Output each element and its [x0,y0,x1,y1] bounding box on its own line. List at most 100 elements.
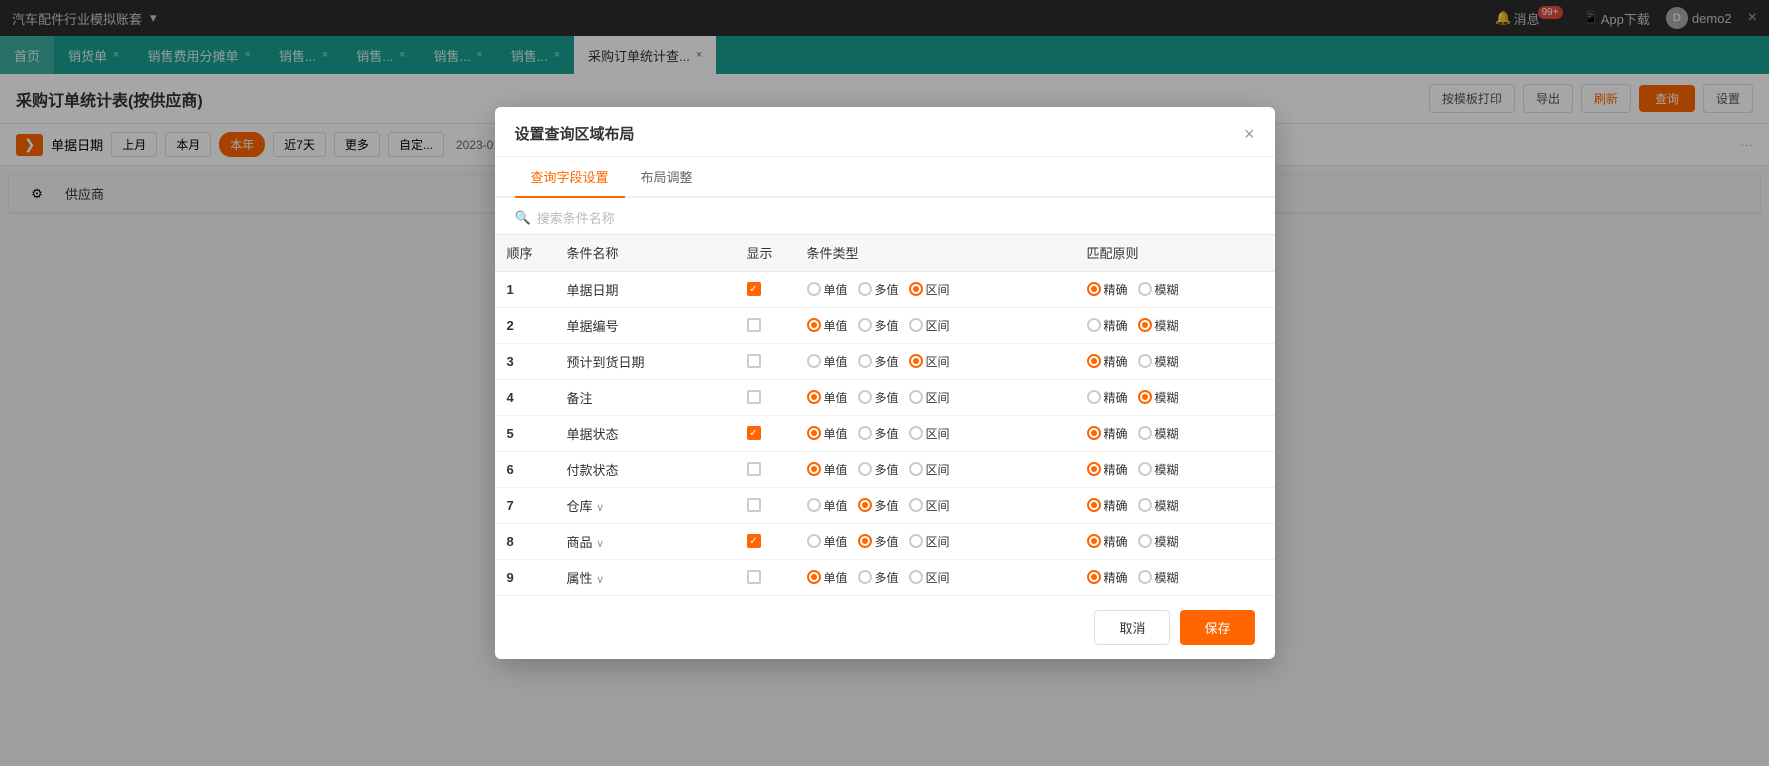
row-match: 精确模糊 [1075,523,1275,559]
row-match: 精确模糊 [1075,487,1275,523]
match-radio[interactable]: 精确 [1087,425,1128,442]
display-checkbox[interactable]: ✓ [747,534,761,548]
type-radio-type_single[interactable]: 单值 [807,425,848,442]
match-radio[interactable]: 模糊 [1138,497,1179,514]
modal-tab-layout[interactable]: 布局调整 [625,157,709,198]
table-row: 1单据日期✓单值多值区间精确模糊 [495,271,1275,307]
type-radio-type_multi[interactable]: 多值 [858,569,899,586]
type-radio-type_single[interactable]: 单值 [807,389,848,406]
match-radio[interactable]: 模糊 [1138,533,1179,550]
type-radio-type_range[interactable]: 区间 [909,461,950,478]
match-radio[interactable]: 精确 [1087,281,1128,298]
row-type: 单值多值区间 [795,523,1075,559]
row-match: 精确模糊 [1075,559,1275,595]
type-radio-type_single[interactable]: 单值 [807,281,848,298]
type-radio-type_single[interactable]: 单值 [807,353,848,370]
modal: 设置查询区域布局 × 查询字段设置 布局调整 🔍 顺序 条件名称 显示 条件类型 [495,107,1275,659]
type-radio-type_multi[interactable]: 多值 [858,353,899,370]
type-radio-type_range[interactable]: 区间 [909,533,950,550]
display-checkbox[interactable]: ✓ [747,426,761,440]
row-name: 预计到货日期 [555,343,735,379]
type-radio-type_range[interactable]: 区间 [909,353,950,370]
type-radio-type_range[interactable]: 区间 [909,425,950,442]
table-row: 7仓库 ∨ 单值多值区间 精确模糊 [495,487,1275,523]
modal-title: 设置查询区域布局 [515,123,635,156]
match-radio[interactable]: 模糊 [1138,317,1179,334]
match-radio[interactable]: 精确 [1087,353,1128,370]
table-row: 6付款状态单值多值区间精确模糊 [495,451,1275,487]
save-button[interactable]: 保存 [1180,610,1254,645]
modal-search-area: 🔍 [495,198,1275,235]
match-radio[interactable]: 精确 [1087,317,1128,334]
type-radio-type_single[interactable]: 单值 [807,533,848,550]
type-radio-type_multi[interactable]: 多值 [858,425,899,442]
cancel-button[interactable]: 取消 [1094,610,1170,645]
display-checkbox[interactable] [747,318,761,332]
row-match: 精确模糊 [1075,379,1275,415]
row-name: 备注 [555,379,735,415]
row-display[interactable] [735,379,795,415]
type-radio-type_range[interactable]: 区间 [909,389,950,406]
type-radio-type_range[interactable]: 区间 [909,317,950,334]
row-name: 仓库 ∨ [555,487,735,523]
type-radio-type_multi[interactable]: 多值 [858,461,899,478]
col-match-header: 匹配原则 [1075,235,1275,271]
modal-close-button[interactable]: × [1244,125,1255,155]
display-checkbox[interactable] [747,354,761,368]
row-display[interactable]: ✓ [735,523,795,559]
match-radio[interactable]: 模糊 [1138,461,1179,478]
match-radio[interactable]: 精确 [1087,461,1128,478]
match-radio[interactable]: 精确 [1087,569,1128,586]
row-order: 4 [495,379,555,415]
modal-tab-query[interactable]: 查询字段设置 [515,157,625,198]
row-display[interactable]: ✓ [735,271,795,307]
row-name: 单据编号 [555,307,735,343]
match-radio[interactable]: 精确 [1087,533,1128,550]
match-radio[interactable]: 模糊 [1138,281,1179,298]
match-radio[interactable]: 精确 [1087,497,1128,514]
row-type: 单值多值区间 [795,559,1075,595]
row-order: 7 [495,487,555,523]
row-order: 5 [495,415,555,451]
display-checkbox[interactable] [747,390,761,404]
type-radio-type_multi[interactable]: 多值 [858,533,899,550]
row-display[interactable]: ✓ [735,415,795,451]
type-radio-type_range[interactable]: 区间 [909,497,950,514]
type-radio-type_multi[interactable]: 多值 [858,281,899,298]
type-radio-type_multi[interactable]: 多值 [858,317,899,334]
row-display[interactable] [735,307,795,343]
table-row: 4备注 单值多值区间 精确模糊 [495,379,1275,415]
search-input[interactable] [537,211,737,226]
row-match: 精确模糊 [1075,415,1275,451]
row-match: 精确模糊 [1075,451,1275,487]
row-display[interactable] [735,559,795,595]
table-row: 3预计到货日期单值多值区间精确模糊 [495,343,1275,379]
type-radio-type_single[interactable]: 单值 [807,317,848,334]
row-type: 单值多值区间 [795,343,1075,379]
match-radio[interactable]: 模糊 [1138,425,1179,442]
type-radio-type_range[interactable]: 区间 [909,281,950,298]
display-checkbox[interactable] [747,462,761,476]
match-radio[interactable]: 模糊 [1138,389,1179,406]
row-type: 单值多值区间 [795,415,1075,451]
match-radio[interactable]: 模糊 [1138,569,1179,586]
type-radio-type_single[interactable]: 单值 [807,497,848,514]
row-display[interactable] [735,343,795,379]
type-radio-type_multi[interactable]: 多值 [858,389,899,406]
display-checkbox[interactable] [747,498,761,512]
row-match: 精确模糊 [1075,271,1275,307]
match-radio[interactable]: 模糊 [1138,353,1179,370]
display-checkbox[interactable]: ✓ [747,282,761,296]
display-checkbox[interactable] [747,570,761,584]
modal-overlay: 设置查询区域布局 × 查询字段设置 布局调整 🔍 顺序 条件名称 显示 条件类型 [0,0,1769,766]
type-radio-type_range[interactable]: 区间 [909,569,950,586]
match-radio[interactable]: 精确 [1087,389,1128,406]
col-type-header: 条件类型 [795,235,1075,271]
row-display[interactable] [735,487,795,523]
type-radio-type_single[interactable]: 单值 [807,461,848,478]
col-display-header: 显示 [735,235,795,271]
type-radio-type_single[interactable]: 单值 [807,569,848,586]
row-display[interactable] [735,451,795,487]
table-row: 2单据编号单值多值区间精确模糊 [495,307,1275,343]
type-radio-type_multi[interactable]: 多值 [858,497,899,514]
